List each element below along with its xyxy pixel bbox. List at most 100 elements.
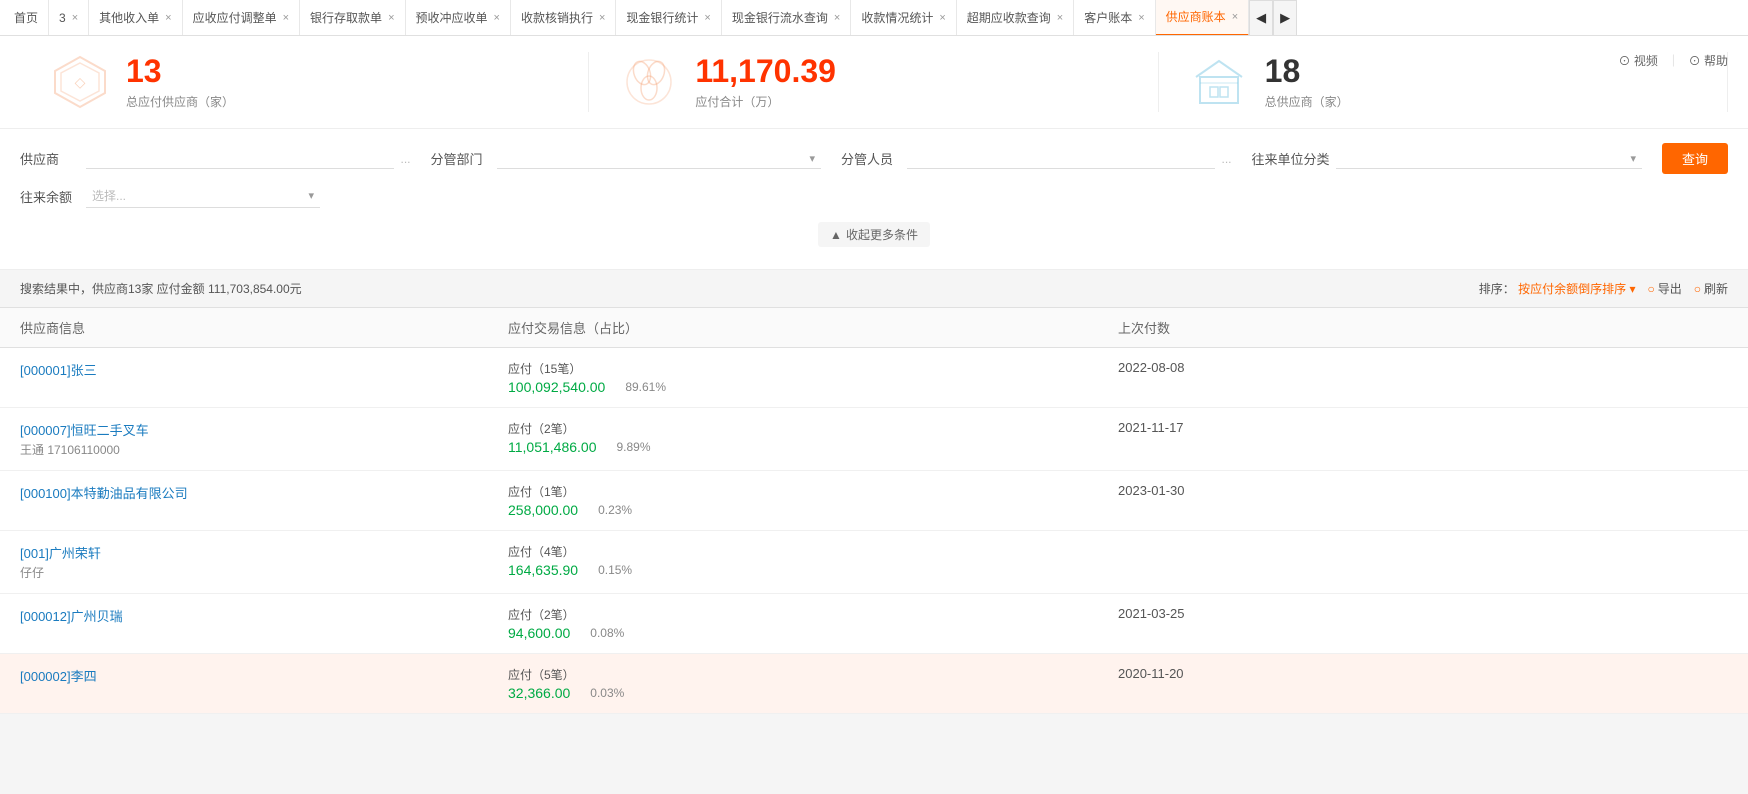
nav-next-arrow[interactable]: ▶ bbox=[1273, 0, 1297, 36]
last-pay-info: 2023-01-30 bbox=[1118, 483, 1484, 498]
close-icon[interactable]: × bbox=[939, 12, 945, 24]
search-button[interactable]: 查询 bbox=[1662, 143, 1728, 174]
top-links: ⊙ 视频 ｜ ⊙ 帮助 bbox=[1619, 52, 1728, 69]
payable-amount-link[interactable]: 164,635.90 bbox=[508, 562, 578, 578]
payable-amount-link[interactable]: 11,051,486.00 bbox=[508, 439, 597, 455]
supplier-sub: 王通 17106110000 bbox=[20, 441, 508, 458]
person-input[interactable] bbox=[907, 148, 1215, 169]
close-icon[interactable]: × bbox=[72, 12, 78, 24]
nav-tab-home[interactable]: 首页 bbox=[4, 0, 49, 36]
supplier-info: [000100]本特勤油品有限公司 bbox=[20, 483, 508, 502]
payable-percentage: 0.08% bbox=[590, 626, 624, 640]
close-icon[interactable]: × bbox=[834, 12, 840, 24]
payable-suppliers-label: 总应付供应商（家） bbox=[126, 93, 234, 110]
sort-value[interactable]: 按应付余额倒序排序 bbox=[1518, 282, 1626, 296]
chevron-down-icon: ▾ bbox=[308, 189, 314, 202]
close-icon[interactable]: × bbox=[494, 12, 500, 24]
nav-prev-arrow[interactable]: ◀ bbox=[1249, 0, 1273, 36]
dept-select[interactable]: ▾ bbox=[497, 149, 822, 169]
filter-item-category: 往来单位分类 ▾ bbox=[1252, 149, 1643, 169]
result-info: 搜索结果中，供应商13家 应付金额 111,703,854.00元 bbox=[20, 280, 302, 297]
supplier-name-link[interactable]: [000100]本特勤油品有限公司 bbox=[20, 486, 188, 501]
close-icon[interactable]: × bbox=[1138, 12, 1144, 24]
video-link[interactable]: ⊙ 视频 bbox=[1619, 54, 1662, 68]
nav-tab-other-income[interactable]: 其他收入单 × bbox=[89, 0, 182, 36]
close-icon[interactable]: × bbox=[1232, 11, 1238, 23]
supplier-name-link[interactable]: [000012]广州贝瑞 bbox=[20, 609, 123, 624]
filter-row-2: 往来余额 选择... ▾ bbox=[20, 184, 1728, 208]
nav-tab-cash-bank-flow[interactable]: 现金银行流水查询 × bbox=[722, 0, 851, 36]
payable-amount-link[interactable]: 32,366.00 bbox=[508, 685, 570, 701]
filter-item-dept: 分管部门 ▾ bbox=[431, 149, 822, 169]
last-pay-info: 2021-03-25 bbox=[1118, 606, 1484, 621]
header-extra bbox=[1484, 318, 1728, 337]
header-payable: 应付交易信息（占比） bbox=[508, 318, 1118, 337]
supplier-name-link[interactable]: [000007]恒旺二手叉车 bbox=[20, 423, 149, 438]
filter-item-person: 分管人员 ... bbox=[841, 148, 1232, 169]
table-body: [000001]张三 应付（15笔） 100,092,540.00 89.61%… bbox=[0, 348, 1748, 714]
nav-tab-overdue-query[interactable]: 超期应收款查询 × bbox=[957, 0, 1074, 36]
collapse-button[interactable]: ▲ 收起更多条件 bbox=[818, 222, 930, 247]
supplier-ellipsis: ... bbox=[400, 152, 410, 166]
total-suppliers-label: 总供应商（家） bbox=[1265, 93, 1349, 110]
nav-tab-prepay-offset[interactable]: 预收冲应收单 × bbox=[406, 0, 511, 36]
last-pay-info: 2021-11-17 bbox=[1118, 420, 1484, 435]
summary-item-payable-suppliers: ◇ 13 总应付供应商（家） bbox=[20, 52, 589, 112]
video-icon: ⊙ bbox=[1619, 54, 1631, 68]
supplier-info: [000012]广州贝瑞 bbox=[20, 606, 508, 625]
chevron-down-icon: ▾ bbox=[1629, 282, 1635, 296]
payable-info: 应付（1笔） 258,000.00 0.23% bbox=[508, 483, 1118, 518]
supplier-name-link[interactable]: [000002]李四 bbox=[20, 669, 97, 684]
nav-tab-bank-deposit[interactable]: 银行存取款单 × bbox=[300, 0, 405, 36]
table-header: 供应商信息 应付交易信息（占比） 上次付数 bbox=[0, 308, 1748, 348]
supplier-name-link[interactable]: [000001]张三 bbox=[20, 363, 97, 378]
supplier-name-link[interactable]: [001]广州荣轩 bbox=[20, 546, 101, 561]
close-icon[interactable]: × bbox=[599, 12, 605, 24]
payable-percentage: 9.89% bbox=[617, 440, 651, 454]
category-select[interactable]: ▾ bbox=[1336, 149, 1642, 169]
payable-amount-link[interactable]: 100,092,540.00 bbox=[508, 379, 605, 395]
payable-amount-link[interactable]: 94,600.00 bbox=[508, 625, 570, 641]
diamond-icon: ◇ bbox=[50, 52, 110, 112]
nav-tab-receive-check[interactable]: 收款核销执行 × bbox=[511, 0, 616, 36]
nav-tab-supplier-account[interactable]: 供应商账本 × bbox=[1156, 0, 1249, 36]
payable-percentage: 0.03% bbox=[590, 686, 624, 700]
filter-area: 供应商 ... 分管部门 ▾ 分管人员 ... 往来单位分类 ▾ 查询 bbox=[0, 129, 1748, 270]
chevron-down-icon: ▾ bbox=[1630, 152, 1636, 165]
close-icon[interactable]: × bbox=[283, 12, 289, 24]
payable-label: 应付（15笔） bbox=[508, 360, 1118, 377]
nav-tab-ar-adjustment[interactable]: 应收应付调整单 × bbox=[183, 0, 300, 36]
close-icon[interactable]: × bbox=[1057, 12, 1063, 24]
balance-select[interactable]: 选择... ▾ bbox=[86, 184, 320, 208]
nav-tab-receive-stat[interactable]: 收款情况统计 × bbox=[851, 0, 956, 36]
filter-row-1: 供应商 ... 分管部门 ▾ 分管人员 ... 往来单位分类 ▾ 查询 bbox=[20, 143, 1728, 174]
last-pay-date: 2021-03-25 bbox=[1118, 606, 1185, 621]
help-icon: ⊙ bbox=[1689, 54, 1701, 68]
help-link[interactable]: ⊙ 帮助 bbox=[1689, 54, 1728, 68]
table-row: [000007]恒旺二手叉车 王通 17106110000 应付（2笔） 11,… bbox=[0, 408, 1748, 471]
export-button[interactable]: ○ 导出 bbox=[1647, 280, 1681, 297]
supplier-info: [000002]李四 bbox=[20, 666, 508, 685]
nav-tab-customer-account[interactable]: 客户账本 × bbox=[1074, 0, 1155, 36]
last-pay-info: 2022-08-08 bbox=[1118, 360, 1484, 375]
close-icon[interactable]: × bbox=[388, 12, 394, 24]
payable-amount-link[interactable]: 258,000.00 bbox=[508, 502, 578, 518]
balance-filter-label: 往来余额 bbox=[20, 187, 80, 206]
close-icon[interactable]: × bbox=[704, 12, 710, 24]
supplier-input[interactable] bbox=[86, 148, 394, 169]
table-row: [001]广州荣轩 仔仔 应付（4笔） 164,635.90 0.15% bbox=[0, 531, 1748, 594]
export-icon: ○ bbox=[1647, 282, 1654, 296]
refresh-icon: ○ bbox=[1694, 282, 1701, 296]
nav-tab-cash-bank-stat[interactable]: 现金银行统计 × bbox=[616, 0, 721, 36]
chevron-up-icon: ▲ bbox=[830, 228, 842, 242]
refresh-button[interactable]: ○ 刷新 bbox=[1694, 280, 1728, 297]
last-pay-info: 2020-11-20 bbox=[1118, 666, 1484, 681]
summary-item-payable-total: 11,170.39 应付合计（万） bbox=[589, 52, 1158, 112]
nav-tab-3[interactable]: 3 × bbox=[49, 0, 89, 36]
top-navigation: 首页 3 × 其他收入单 × 应收应付调整单 × 银行存取款单 × 预收冲应收单… bbox=[0, 0, 1748, 36]
payable-suppliers-count: 13 bbox=[126, 54, 234, 89]
category-filter-label: 往来单位分类 bbox=[1252, 149, 1330, 168]
close-icon[interactable]: × bbox=[165, 12, 171, 24]
table-row: [000100]本特勤油品有限公司 应付（1笔） 258,000.00 0.23… bbox=[0, 471, 1748, 531]
payable-label: 应付（2笔） bbox=[508, 420, 1118, 437]
